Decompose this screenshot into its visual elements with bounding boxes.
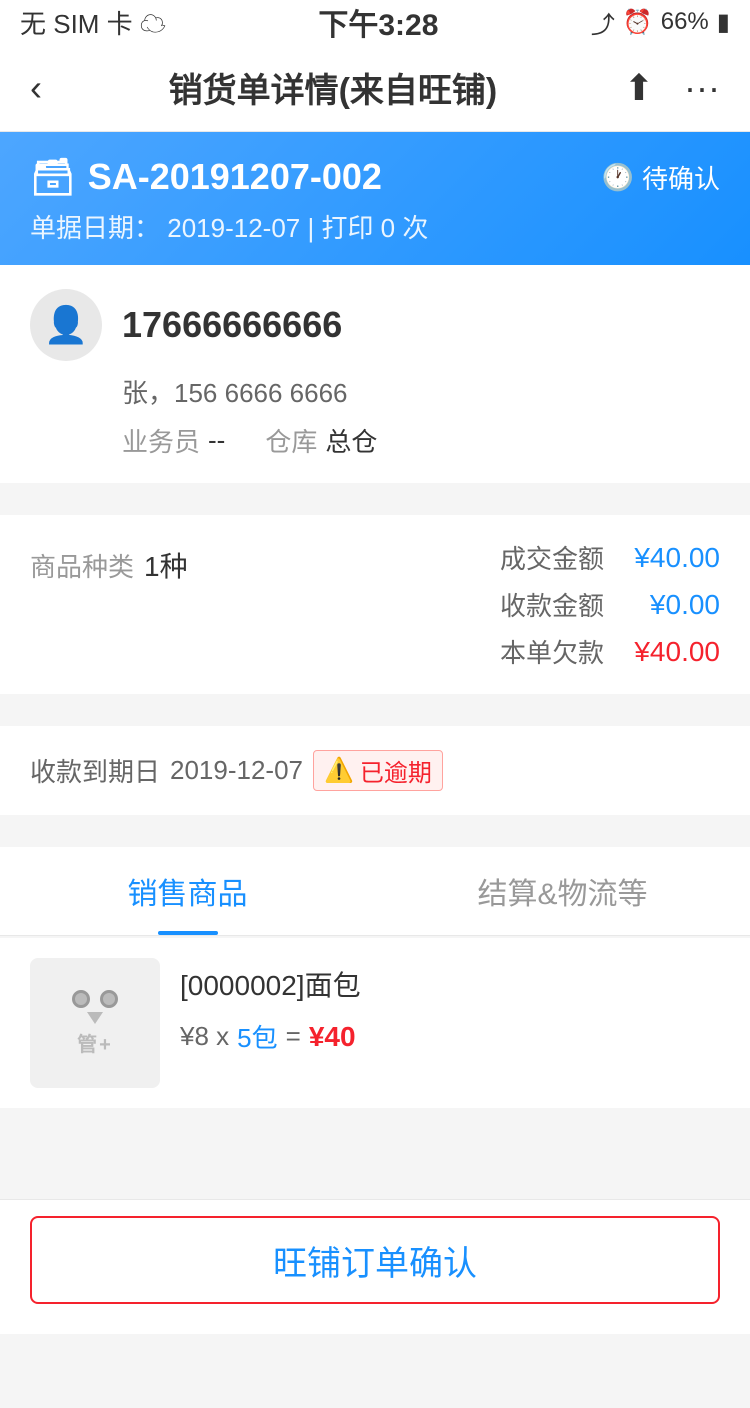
- price-equals: =: [286, 1021, 301, 1052]
- tabs: 销售商品 结算&物流等: [0, 847, 750, 935]
- battery-text: 66%: [661, 8, 709, 36]
- clock-icon: 🕐: [602, 162, 634, 193]
- salesperson-field: 业务员 --: [122, 422, 225, 459]
- order-doc-icon: 🗃: [30, 156, 76, 198]
- bottom-bar: 旺铺订单确认: [0, 1199, 750, 1334]
- owl-eye-right: [100, 990, 118, 1008]
- status-bar: 无 SIM 卡 ☁ 下午3:28 ⤴ ⏰ 66% ▮: [0, 0, 750, 44]
- goods-type-value: 1种: [144, 545, 188, 585]
- more-icon[interactable]: ···: [684, 67, 720, 109]
- product-section: 管+ [0000002]面包 ¥8 x 5包 = ¥40: [0, 938, 750, 1108]
- product-name: [0000002]面包: [180, 964, 720, 1004]
- amount-value-2: ¥40.00: [620, 636, 720, 668]
- price-qty: 5包: [237, 1018, 277, 1055]
- page-title: 销货单详情(来自旺铺): [169, 63, 498, 112]
- back-button[interactable]: ‹: [30, 67, 42, 109]
- due-date: 2019-12-07: [170, 755, 303, 786]
- due-label: 收款到期日: [30, 752, 160, 789]
- product-price: ¥8 x 5包 = ¥40: [180, 1018, 720, 1055]
- customer-section: 👤 17666666666 张，156 6666 6666 业务员 -- 仓库 …: [0, 265, 750, 483]
- amount-label-1: 收款金额: [500, 586, 604, 623]
- tab-label-0: 销售商品: [128, 869, 248, 913]
- status-right: ⤴ ⏰ 66% ▮: [591, 5, 730, 40]
- amount-label-2: 本单欠款: [500, 633, 604, 670]
- amount-row-2: 本单欠款 ¥40.00: [500, 633, 720, 670]
- status-left: 无 SIM 卡 ☁: [20, 4, 166, 41]
- navigation-icon: ⤴: [591, 5, 615, 40]
- salesperson-label: 业务员: [122, 422, 200, 459]
- amount-row-0: 成交金额 ¥40.00: [500, 539, 720, 576]
- status-text: 待确认: [642, 159, 720, 196]
- avatar: 👤: [30, 289, 102, 361]
- owl-text: 管+: [77, 1028, 113, 1057]
- order-number: 🗃 SA-20191207-002: [30, 156, 382, 198]
- battery-icon: ▮: [717, 8, 730, 37]
- warning-icon: ⚠️: [324, 756, 354, 785]
- status-time: 下午3:28: [318, 0, 438, 44]
- order-header: 🗃 SA-20191207-002 🕐 待确认 单据日期： 2019-12-07…: [0, 132, 750, 265]
- confirm-order-button[interactable]: 旺铺订单确认: [30, 1216, 720, 1304]
- price-total: ¥40: [309, 1021, 356, 1053]
- share-icon[interactable]: ⬆: [624, 67, 654, 109]
- divider-1: [0, 499, 750, 515]
- salesperson-value: --: [208, 425, 225, 456]
- owl-eye-left: [72, 990, 90, 1008]
- product-image: 管+: [30, 958, 160, 1088]
- customer-meta: 业务员 -- 仓库 总仓: [30, 422, 720, 459]
- due-section: 收款到期日 2019-12-07 ⚠️ 已逾期: [0, 726, 750, 815]
- divider-3: [0, 831, 750, 847]
- tab-underline: [158, 931, 218, 935]
- order-status: 🕐 待确认: [602, 159, 720, 196]
- amount-section: 商品种类 1种 成交金额 ¥40.00 收款金额 ¥0.00 本单欠款 ¥40.…: [0, 515, 750, 694]
- tab-label-1: 结算&物流等: [477, 869, 647, 913]
- product-thumbnail: 管+: [30, 958, 160, 1088]
- order-header-top: 🗃 SA-20191207-002 🕐 待确认: [30, 156, 720, 198]
- product-info: [0000002]面包 ¥8 x 5包 = ¥40: [180, 958, 720, 1055]
- order-date: 单据日期： 2019-12-07 | 打印 0 次: [30, 208, 720, 245]
- price-base: ¥8 x: [180, 1021, 229, 1052]
- amount-row-1: 收款金额 ¥0.00: [500, 586, 720, 623]
- nav-bar: ‹ 销货单详情(来自旺铺) ⬆ ···: [0, 44, 750, 132]
- nav-actions: ⬆ ···: [624, 67, 720, 109]
- person-icon: 👤: [44, 304, 89, 346]
- owl-beak: [87, 1012, 103, 1024]
- owl-eyes: [72, 990, 118, 1008]
- product-item: 管+ [0000002]面包 ¥8 x 5包 = ¥40: [30, 958, 720, 1088]
- warehouse-label: 仓库: [265, 422, 317, 459]
- alarm-icon: ⏰: [623, 8, 653, 37]
- tab-sales-goods[interactable]: 销售商品: [0, 847, 375, 935]
- overdue-text: 已逾期: [360, 753, 432, 788]
- warehouse-field: 仓库 总仓: [265, 422, 377, 459]
- tab-settlement[interactable]: 结算&物流等: [375, 847, 750, 935]
- goods-type-label: 商品种类: [30, 547, 134, 584]
- sim-text: 无 SIM 卡 ☁: [20, 4, 166, 41]
- amounts-list: 成交金额 ¥40.00 收款金额 ¥0.00 本单欠款 ¥40.00: [500, 539, 720, 670]
- overdue-badge: ⚠️ 已逾期: [313, 750, 443, 791]
- goods-type: 商品种类 1种: [30, 539, 188, 585]
- tabs-section: 销售商品 结算&物流等: [0, 847, 750, 936]
- divider-2: [0, 710, 750, 726]
- warehouse-value: 总仓: [325, 422, 377, 459]
- owl-logo: 管+: [72, 990, 118, 1057]
- amount-value-1: ¥0.00: [620, 589, 720, 621]
- amount-label-0: 成交金额: [500, 539, 604, 576]
- customer-phone: 17666666666: [122, 304, 342, 346]
- amount-value-0: ¥40.00: [620, 542, 720, 574]
- customer-name: 张，156 6666 6666: [30, 373, 720, 410]
- customer-top: 👤 17666666666: [30, 289, 720, 361]
